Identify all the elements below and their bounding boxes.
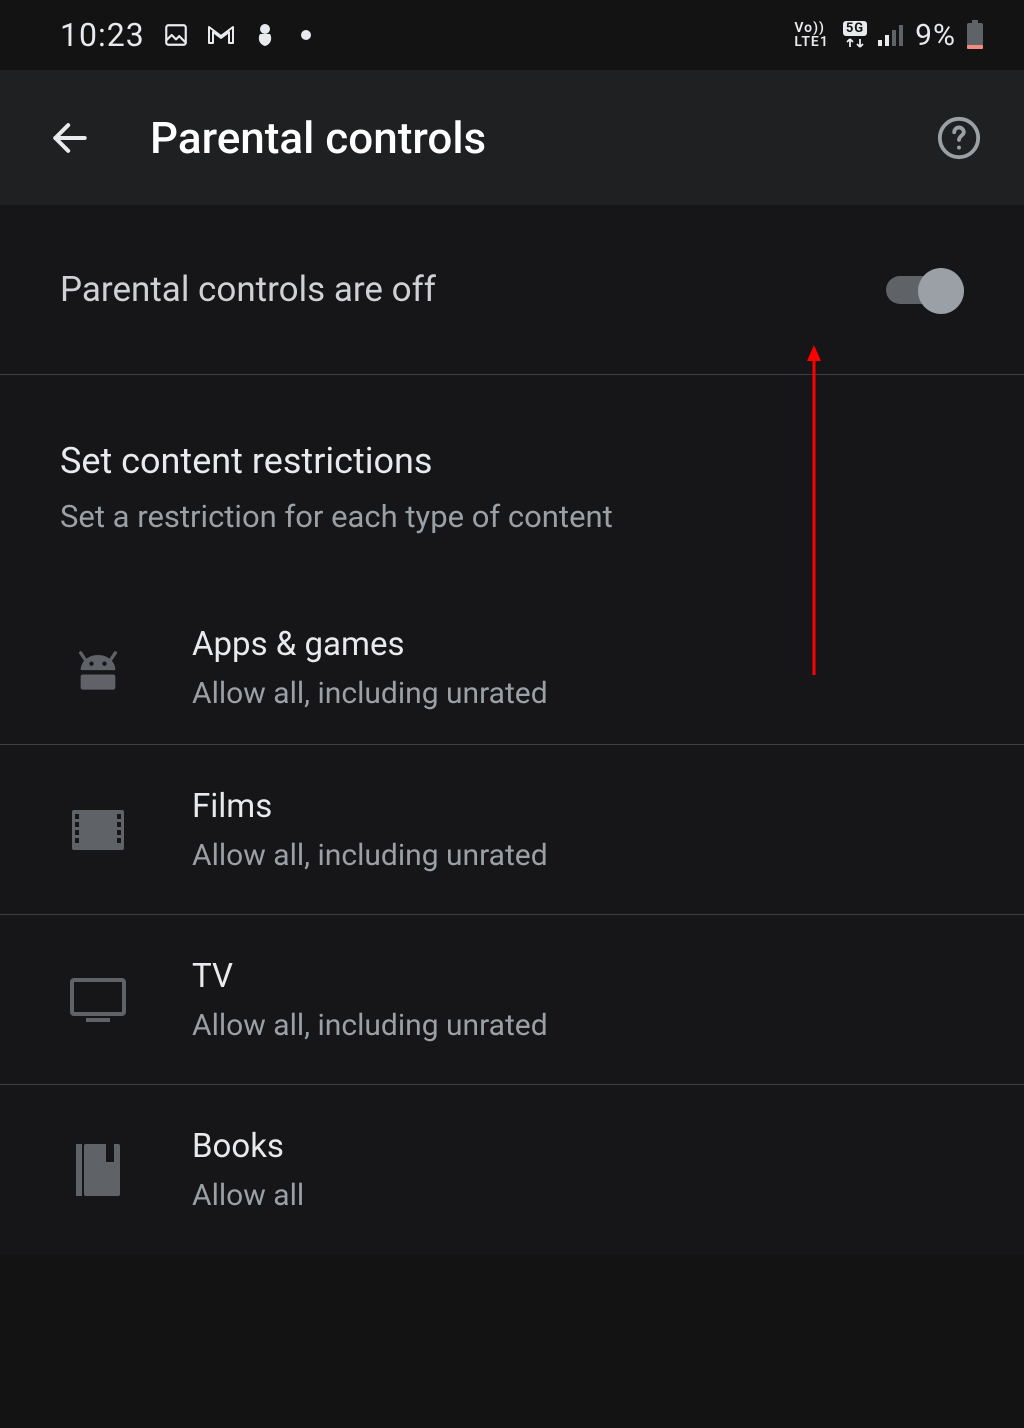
battery-percentage: 9%: [915, 18, 956, 53]
more-notifications-dot: [301, 30, 311, 40]
signal-icon: [877, 23, 905, 47]
item-title: Apps & games: [192, 625, 548, 664]
tv-icon: [70, 972, 126, 1028]
status-right: Vo)) LTE1 5G 9%: [794, 18, 984, 53]
switch-thumb: [918, 268, 964, 314]
data-arrows-icon: [844, 37, 866, 49]
volte-bottom: LTE1: [794, 35, 828, 49]
book-icon: [70, 1142, 126, 1198]
section-subtitle: Set a restriction for each type of conte…: [60, 498, 964, 535]
restrictions-section-header: Set content restrictions Set a restricti…: [0, 375, 1024, 575]
app-notification-icon: [253, 22, 277, 48]
status-time: 10:23: [60, 16, 145, 54]
restriction-item-apps-games[interactable]: Apps & games Allow all, including unrate…: [0, 575, 1024, 745]
volte-indicator: Vo)) LTE1: [794, 21, 828, 49]
item-title: TV: [192, 957, 548, 996]
item-subtitle: Allow all, including unrated: [192, 838, 548, 873]
toggle-label: Parental controls are off: [60, 269, 436, 310]
item-title: Books: [192, 1127, 304, 1166]
item-subtitle: Allow all, including unrated: [192, 1008, 548, 1043]
status-bar: 10:23 Vo)) LTE1 5G 9%: [0, 0, 1024, 70]
status-left: 10:23: [60, 16, 311, 54]
android-icon: [70, 640, 126, 696]
item-text: Books Allow all: [192, 1127, 304, 1213]
help-button[interactable]: [934, 113, 984, 163]
arrow-left-icon: [48, 116, 92, 160]
app-header: Parental controls: [0, 70, 1024, 205]
section-title: Set content restrictions: [60, 440, 964, 482]
restriction-item-films[interactable]: Films Allow all, including unrated: [0, 745, 1024, 915]
restriction-item-tv[interactable]: TV Allow all, including unrated: [0, 915, 1024, 1085]
item-title: Films: [192, 787, 548, 826]
parental-controls-switch[interactable]: [886, 270, 964, 310]
photo-icon: [163, 22, 189, 48]
item-text: Apps & games Allow all, including unrate…: [192, 625, 548, 711]
help-icon: [936, 115, 982, 161]
back-button[interactable]: [45, 113, 95, 163]
item-text: TV Allow all, including unrated: [192, 957, 548, 1043]
film-icon: [70, 802, 126, 858]
parental-controls-toggle-row[interactable]: Parental controls are off: [0, 205, 1024, 375]
five-g-badge: 5G: [843, 21, 867, 50]
item-subtitle: Allow all: [192, 1178, 304, 1213]
item-text: Films Allow all, including unrated: [192, 787, 548, 873]
restriction-item-books[interactable]: Books Allow all: [0, 1085, 1024, 1255]
page-title: Parental controls: [150, 112, 879, 164]
content-area: Parental controls are off Set content re…: [0, 205, 1024, 1255]
gmail-icon: [207, 24, 235, 46]
item-subtitle: Allow all, including unrated: [192, 676, 548, 711]
volte-top: Vo)): [794, 21, 825, 35]
battery-icon: [966, 20, 984, 50]
